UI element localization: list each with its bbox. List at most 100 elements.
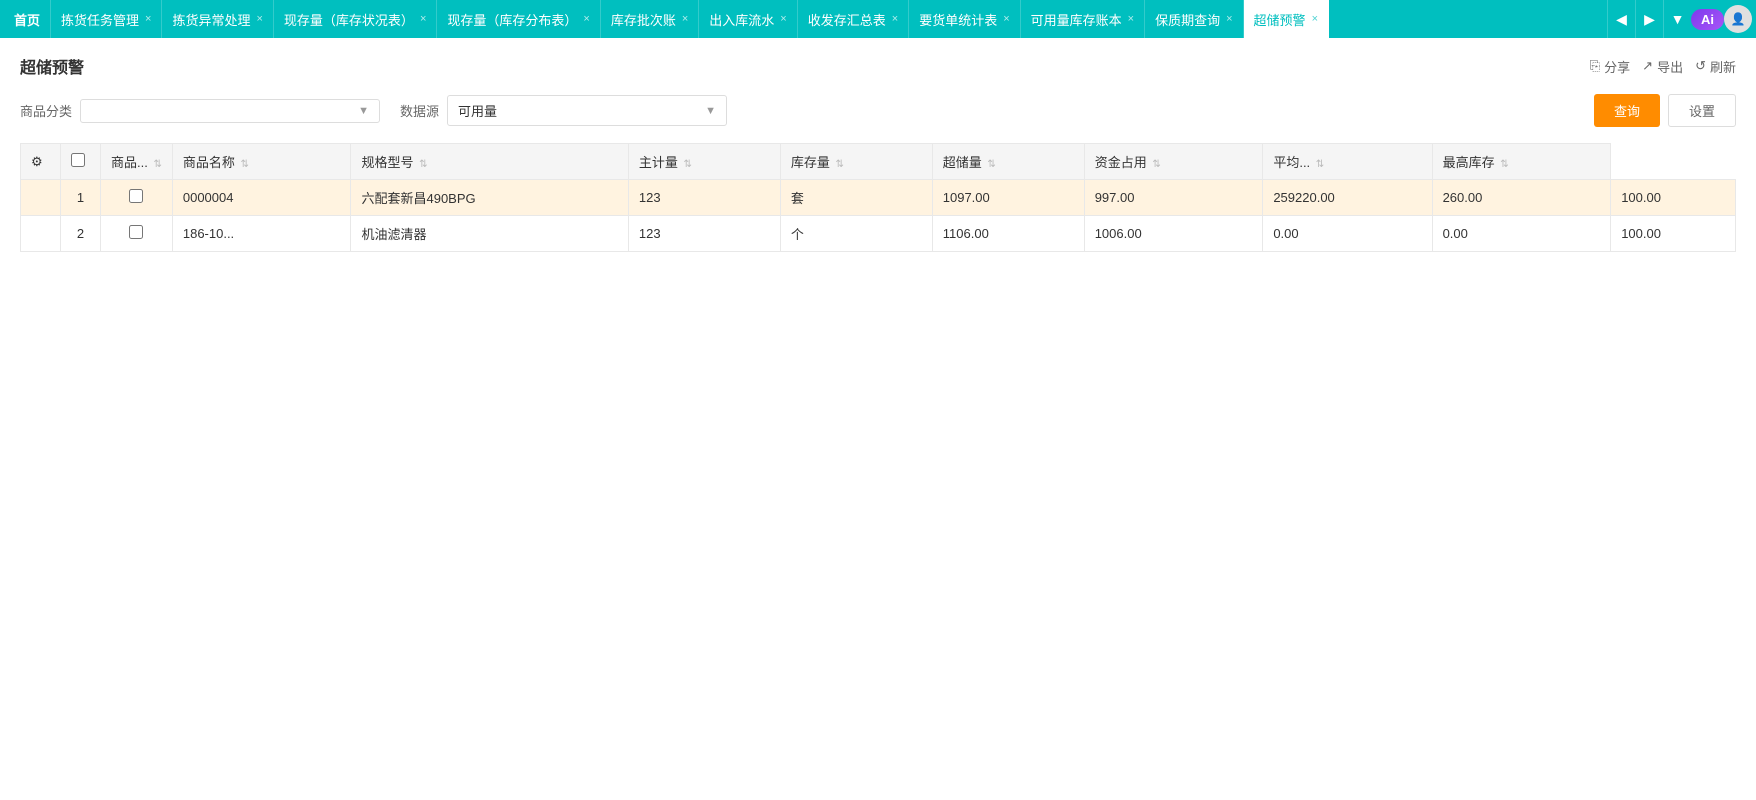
sort-icon-max[interactable]: ⇅ bbox=[1500, 159, 1508, 170]
sort-icon-name[interactable]: ⇅ bbox=[241, 159, 249, 170]
category-label: 商品分类 bbox=[20, 101, 72, 120]
datasource-select[interactable]: 可用量 ▼ bbox=[447, 95, 727, 126]
row-max-stock: 100.00 bbox=[1611, 216, 1736, 252]
sort-icon-over[interactable]: ⇅ bbox=[987, 159, 995, 170]
refresh-action[interactable]: ↺ 刷新 bbox=[1695, 57, 1736, 76]
th-avg: 平均... ⇅ bbox=[1263, 144, 1432, 180]
row-checkbox-cell bbox=[101, 180, 173, 216]
ai-badge[interactable]: Ai bbox=[1691, 9, 1724, 30]
nav-tab-abnormal[interactable]: 拣货异常处理× bbox=[162, 0, 273, 38]
close-tab-task-mgmt[interactable]: × bbox=[145, 13, 151, 25]
data-table: ⚙ 商品... ⇅ 商品名称 ⇅ 规格型号 ⇅ 主计量 bbox=[20, 143, 1736, 252]
row-unit: 套 bbox=[780, 180, 932, 216]
nav-right-arrow[interactable]: ▶ bbox=[1635, 0, 1663, 38]
nav-tab-inout-flow[interactable]: 出入库流水× bbox=[699, 0, 797, 38]
th-checkbox bbox=[61, 144, 101, 180]
th-over-qty-label: 超储量 bbox=[943, 155, 982, 170]
sort-icon-capital[interactable]: ⇅ bbox=[1152, 159, 1160, 170]
sort-icon-unit[interactable]: ⇅ bbox=[684, 159, 692, 170]
select-all-checkbox[interactable] bbox=[71, 153, 85, 167]
row-checkbox-0[interactable] bbox=[129, 189, 143, 203]
close-tab-inout-flow[interactable]: × bbox=[780, 13, 786, 25]
row-over-qty: 1006.00 bbox=[1084, 216, 1263, 252]
datasource-chevron-icon: ▼ bbox=[705, 105, 716, 117]
export-label: 导出 bbox=[1657, 57, 1683, 76]
export-action[interactable]: ↗ 导出 bbox=[1642, 57, 1683, 76]
nav-tab-inventory-dist[interactable]: 现存量（库存分布表）× bbox=[437, 0, 600, 38]
gear-icon[interactable]: ⚙ bbox=[31, 154, 43, 169]
th-max-stock-label: 最高库存 bbox=[1443, 155, 1495, 170]
close-tab-batch-account[interactable]: × bbox=[682, 13, 688, 25]
nav-tab-expiry[interactable]: 保质期查询× bbox=[1145, 0, 1243, 38]
nav-tab-batch-account[interactable]: 库存批次账× bbox=[601, 0, 699, 38]
th-product-code-label: 商品... bbox=[111, 155, 148, 170]
row-spec: 123 bbox=[628, 216, 780, 252]
th-spec-label: 规格型号 bbox=[361, 155, 413, 170]
header-row: ⚙ 商品... ⇅ 商品名称 ⇅ 规格型号 ⇅ 主计量 bbox=[21, 144, 1736, 180]
th-gear: ⚙ bbox=[21, 144, 61, 180]
nav-menu-arrow[interactable]: ▼ bbox=[1663, 0, 1691, 38]
row-unit: 个 bbox=[780, 216, 932, 252]
close-tab-inventory-status[interactable]: × bbox=[420, 13, 426, 25]
filter-row: 商品分类 ▼ 数据源 可用量 ▼ 查询 设置 bbox=[20, 94, 1736, 127]
row-checkbox-1[interactable] bbox=[129, 225, 143, 239]
th-product-code: 商品... ⇅ bbox=[101, 144, 173, 180]
close-tab-overstock[interactable]: × bbox=[1312, 13, 1318, 25]
row-product-name: 机油滤清器 bbox=[351, 216, 628, 252]
row-avg: 260.00 bbox=[1432, 180, 1611, 216]
nav-tab-avail-account[interactable]: 可用量库存账本× bbox=[1021, 0, 1145, 38]
category-chevron-icon: ▼ bbox=[358, 105, 369, 117]
nav-tab-order-stats[interactable]: 要货单统计表× bbox=[909, 0, 1020, 38]
nav-tab-collect-summary[interactable]: 收发存汇总表× bbox=[798, 0, 909, 38]
nav-left-arrow[interactable]: ◀ bbox=[1607, 0, 1635, 38]
settings-button[interactable]: 设置 bbox=[1668, 94, 1736, 127]
avatar-icon: 👤 bbox=[1731, 12, 1746, 26]
th-capital-label: 资金占用 bbox=[1095, 155, 1147, 170]
row-product-code: 0000004 bbox=[172, 180, 351, 216]
title-actions: ⎘ 分享 ↗ 导出 ↺ 刷新 bbox=[1590, 57, 1736, 76]
datasource-filter: 数据源 可用量 ▼ bbox=[400, 95, 727, 126]
table-header: ⚙ 商品... ⇅ 商品名称 ⇅ 规格型号 ⇅ 主计量 bbox=[21, 144, 1736, 180]
th-max-stock: 最高库存 ⇅ bbox=[1432, 144, 1611, 180]
sort-icon-stock[interactable]: ⇅ bbox=[835, 159, 843, 170]
nav-arrows: ◀ ▶ ▼ bbox=[1607, 0, 1691, 38]
row-capital: 259220.00 bbox=[1263, 180, 1432, 216]
nav-tab-overstock[interactable]: 超储预警× bbox=[1244, 0, 1329, 38]
row-max-stock: 100.00 bbox=[1611, 180, 1736, 216]
page-content: 超储预警 ⎘ 分享 ↗ 导出 ↺ 刷新 商品分类 ▼ 数据源 bbox=[0, 38, 1756, 800]
row-spec: 123 bbox=[628, 180, 780, 216]
refresh-label: 刷新 bbox=[1710, 57, 1736, 76]
share-label: 分享 bbox=[1604, 57, 1630, 76]
query-button[interactable]: 查询 bbox=[1594, 94, 1660, 127]
nav-tab-home[interactable]: 首页 bbox=[4, 0, 51, 38]
user-avatar[interactable]: 👤 bbox=[1724, 5, 1752, 33]
row-checkbox-cell bbox=[101, 216, 173, 252]
close-tab-collect-summary[interactable]: × bbox=[892, 13, 898, 25]
row-product-name: 六配套新昌490BPG bbox=[351, 180, 628, 216]
close-tab-abnormal[interactable]: × bbox=[256, 13, 262, 25]
sort-icon-avg[interactable]: ⇅ bbox=[1316, 159, 1324, 170]
row-over-qty: 997.00 bbox=[1084, 180, 1263, 216]
nav-tabs-container: 首页拣货任务管理×拣货异常处理×现存量（库存状况表）×现存量（库存分布表）×库存… bbox=[4, 0, 1607, 38]
row-stock-qty: 1097.00 bbox=[932, 180, 1084, 216]
category-filter: 商品分类 ▼ bbox=[20, 99, 380, 123]
nav-tab-task-mgmt[interactable]: 拣货任务管理× bbox=[51, 0, 162, 38]
th-stock-qty-label: 库存量 bbox=[791, 155, 830, 170]
share-action[interactable]: ⎘ 分享 bbox=[1590, 57, 1630, 76]
th-avg-label: 平均... bbox=[1273, 155, 1310, 170]
th-stock-qty: 库存量 ⇅ bbox=[780, 144, 932, 180]
datasource-select-value: 可用量 bbox=[458, 101, 497, 120]
nav-tab-inventory-status[interactable]: 现存量（库存状况表）× bbox=[274, 0, 437, 38]
close-tab-avail-account[interactable]: × bbox=[1128, 13, 1134, 25]
th-capital: 资金占用 ⇅ bbox=[1084, 144, 1263, 180]
sort-icon-spec[interactable]: ⇅ bbox=[419, 159, 427, 170]
close-tab-inventory-dist[interactable]: × bbox=[583, 13, 589, 25]
close-tab-order-stats[interactable]: × bbox=[1003, 13, 1009, 25]
category-select[interactable]: ▼ bbox=[80, 99, 380, 123]
sort-icon-code[interactable]: ⇅ bbox=[153, 159, 161, 170]
page-title-row: 超储预警 ⎘ 分享 ↗ 导出 ↺ 刷新 bbox=[20, 54, 1736, 78]
th-product-name: 商品名称 ⇅ bbox=[172, 144, 351, 180]
table-row: 10000004六配套新昌490BPG123套1097.00997.002592… bbox=[21, 180, 1736, 216]
close-tab-expiry[interactable]: × bbox=[1226, 13, 1232, 25]
table-row: 2186-10...机油滤清器123个1106.001006.000.000.0… bbox=[21, 216, 1736, 252]
